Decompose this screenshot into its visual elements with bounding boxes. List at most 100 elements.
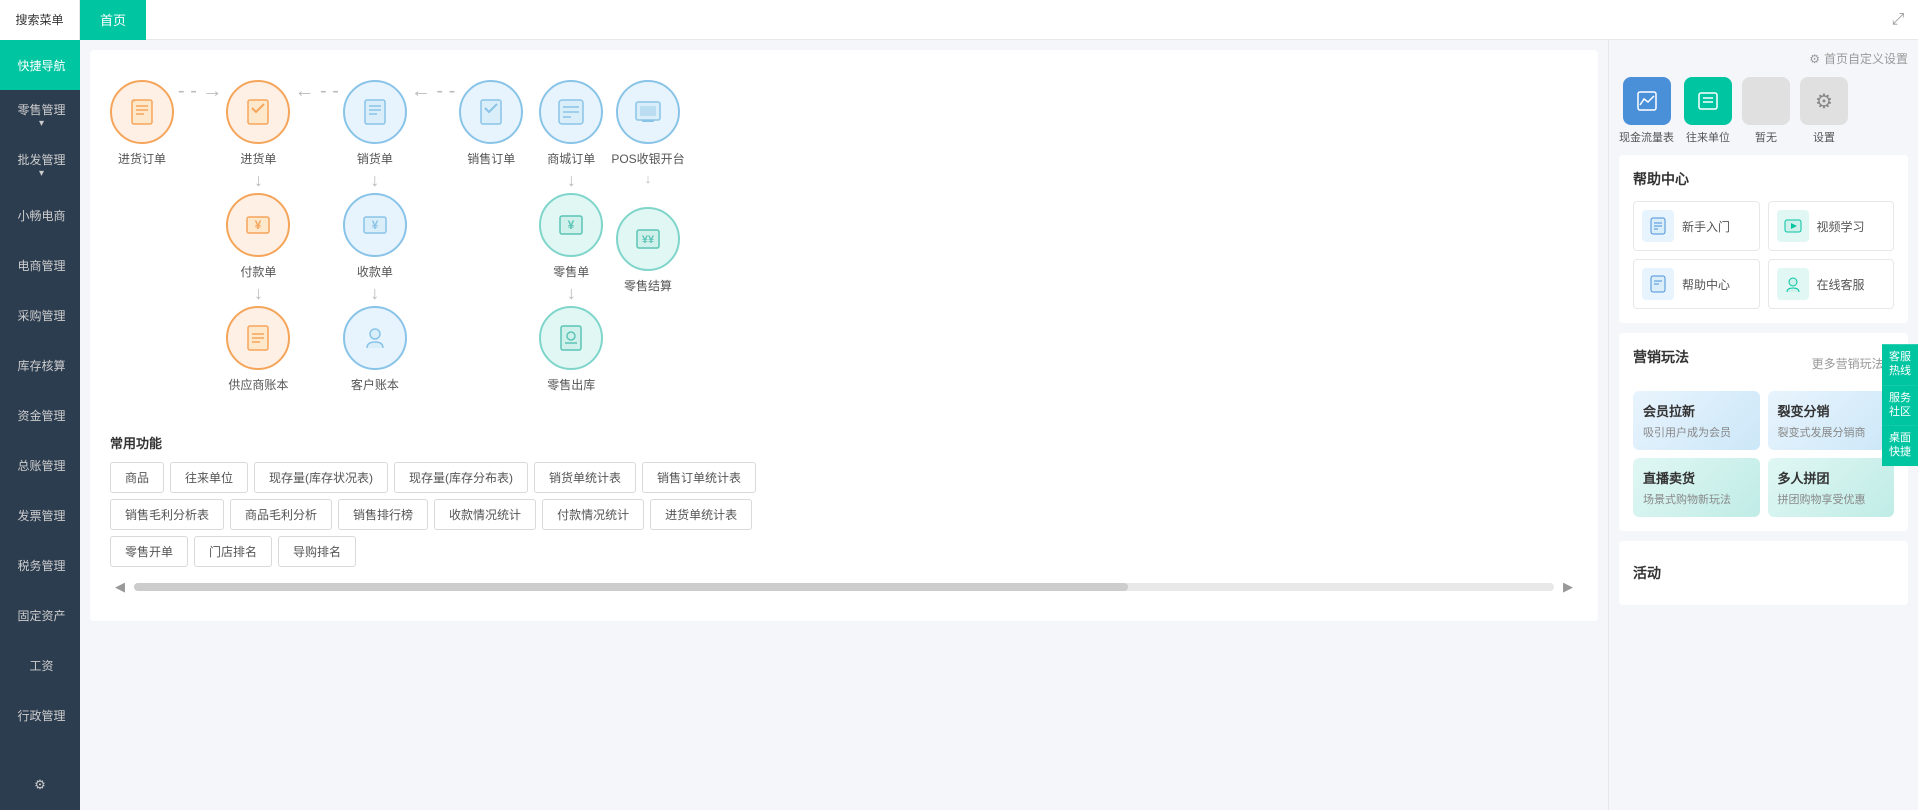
sidebar-item-wholesale[interactable]: 批发管理 ▾ <box>0 140 80 190</box>
center-panel: 进货订单 - - → 进货单 ↓ <box>80 40 1608 810</box>
purchase-icon[interactable] <box>226 80 290 144</box>
sidebar-item-retail[interactable]: 零售管理 ▾ <box>0 90 80 140</box>
help-item-beginner[interactable]: 新手入门 <box>1633 201 1760 251</box>
sidebar-item-invoice[interactable]: 发票管理 <box>0 490 80 540</box>
search-menu-button[interactable]: 搜索菜单 <box>0 0 80 40</box>
sidebar-item-admin[interactable]: 行政管理 <box>0 690 80 740</box>
scroll-right-arrow[interactable]: ▶ <box>1558 577 1578 597</box>
btn-store-rank[interactable]: 门店排名 <box>194 536 272 567</box>
arrow-right-1: - - → <box>178 80 222 133</box>
float-btn-community[interactable]: 服务社区 <box>1882 385 1918 426</box>
sidebar-item-ecommerce-mgmt[interactable]: 电商管理 <box>0 240 80 290</box>
btn-contacts[interactable]: 往来单位 <box>170 462 248 493</box>
sidebar-setting-icon[interactable]: ⚙ <box>0 760 80 810</box>
btn-goods-profit[interactable]: 商品毛利分析 <box>230 499 332 530</box>
btn-sales-profit[interactable]: 销售毛利分析表 <box>110 499 224 530</box>
help-item-video[interactable]: 视频学习 <box>1768 201 1895 251</box>
purchase-order-label: 进货订单 <box>118 150 166 167</box>
sales-order-icon[interactable] <box>459 80 523 144</box>
supplier-ledger-icon[interactable] <box>226 306 290 370</box>
scroll-track[interactable] <box>134 583 1554 591</box>
sidebar-item-fixed-assets[interactable]: 固定资产 <box>0 590 80 640</box>
btn-inventory-status[interactable]: 现存量(库存状况表) <box>254 462 388 493</box>
supplier-ledger-label: 供应商账本 <box>228 376 288 393</box>
sidebar-item-label: 固定资产 <box>17 607 65 624</box>
btn-inventory-dist[interactable]: 现存量(库存分布表) <box>394 462 528 493</box>
cashflow-icon <box>1623 77 1671 125</box>
scroll-left-arrow[interactable]: ◀ <box>110 577 130 597</box>
marketing-item-member[interactable]: 会员拉新 吸引用户成为会员 <box>1633 391 1760 450</box>
btn-payment-stats[interactable]: 付款情况统计 <box>542 499 644 530</box>
shortcut-none-label: 暂无 <box>1755 129 1777 145</box>
sidebar-item-label: 资金管理 <box>17 407 65 424</box>
btn-guide-rank[interactable]: 导购排名 <box>278 536 356 567</box>
video-icon <box>1777 210 1809 242</box>
btn-retail-order[interactable]: 零售开单 <box>110 536 188 567</box>
sidebar-item-label: 零售管理 <box>17 101 65 118</box>
none-icon <box>1742 77 1790 125</box>
expand-icon[interactable]: ⤢ <box>1888 10 1908 30</box>
arrow-down-mall: ↓ <box>567 171 576 189</box>
marketing-header: 营销玩法 更多营销玩法 > <box>1633 347 1894 379</box>
svg-text:¥: ¥ <box>372 218 379 232</box>
sidebar-item-tax[interactable]: 税务管理 <box>0 540 80 590</box>
shortcut-cashflow[interactable]: 现金流量表 <box>1619 77 1674 145</box>
float-btn-desktop[interactable]: 桌面快捷 <box>1882 425 1918 466</box>
retail-bill-label: 零售单 <box>553 263 589 280</box>
sidebar-item-label: 电商管理 <box>17 257 65 274</box>
btn-sales-order-stats[interactable]: 销售订单统计表 <box>642 462 756 493</box>
sidebar-item-general-ledger[interactable]: 总账管理 <box>0 440 80 490</box>
purchase-label: 进货单 <box>240 150 276 167</box>
quick-nav-box: 进货订单 - - → 进货单 ↓ <box>90 50 1598 621</box>
sidebar-item-purchase[interactable]: 采购管理 <box>0 290 80 340</box>
customer-ledger-icon[interactable] <box>343 306 407 370</box>
btn-goods[interactable]: 商品 <box>110 462 164 493</box>
retail-outbound-icon[interactable] <box>539 306 603 370</box>
activity-box: 活动 <box>1619 541 1908 605</box>
top-right: ⤢ <box>1888 10 1918 30</box>
beginner-label: 新手入门 <box>1682 218 1730 235</box>
marketing-member-title: 会员拉新 <box>1643 401 1750 420</box>
svg-text:¥¥: ¥¥ <box>642 234 655 246</box>
btn-sales-rank[interactable]: 销售排行榜 <box>338 499 428 530</box>
pos-icon[interactable] <box>616 80 680 144</box>
btn-receipt-stats[interactable]: 收款情况统计 <box>434 499 536 530</box>
flow-node-purchase-order[interactable]: 进货订单 <box>110 80 174 167</box>
shortcut-contacts[interactable]: 往来单位 <box>1684 77 1732 145</box>
help-item-help-center[interactable]: 帮助中心 <box>1633 259 1760 309</box>
float-btn-service[interactable]: 客服热线 <box>1882 344 1918 385</box>
sidebar-item-label: 采购管理 <box>17 307 65 324</box>
marketing-item-fission[interactable]: 裂变分销 裂变式发展分销商 <box>1768 391 1895 450</box>
sidebar-item-funds[interactable]: 资金管理 <box>0 390 80 440</box>
payment-icon[interactable]: ¥ <box>226 193 290 257</box>
sidebar-item-ecommerce-small[interactable]: 小畅电商 <box>0 190 80 240</box>
btn-purchase-stats[interactable]: 进货单统计表 <box>650 499 752 530</box>
arrow-down-sales: ↓ <box>370 171 379 189</box>
shortcut-none[interactable]: 暂无 <box>1742 77 1790 145</box>
sidebar-item-salary[interactable]: 工资 <box>0 640 80 690</box>
marketing-fission-title: 裂变分销 <box>1778 401 1885 420</box>
tab-home[interactable]: 首页 <box>80 0 146 40</box>
scroll-thumb <box>134 583 1128 591</box>
arrow-down-payment: ↓ <box>254 284 263 302</box>
sidebar-item-label: 发票管理 <box>17 507 65 524</box>
sidebar-item-label: 快捷导航 <box>17 57 65 74</box>
online-service-icon <box>1777 268 1809 300</box>
shortcut-settings[interactable]: ⚙ 设置 <box>1800 77 1848 145</box>
marketing-item-live[interactable]: 直播卖货 场景式购物新玩法 <box>1633 458 1760 517</box>
sidebar-item-inventory[interactable]: 库存核算 <box>0 340 80 390</box>
sidebar-item-label: 总账管理 <box>17 457 65 474</box>
arrow-left-1: ← - - <box>294 80 338 133</box>
retail-settlement-icon[interactable]: ¥¥ <box>616 207 680 271</box>
mall-order-icon[interactable] <box>539 80 603 144</box>
retail-bill-icon[interactable]: ¥ <box>539 193 603 257</box>
customer-ledger-label: 客户账本 <box>351 376 399 393</box>
help-item-online-service[interactable]: 在线客服 <box>1768 259 1895 309</box>
sidebar-item-quick-nav[interactable]: 快捷导航 <box>0 40 80 90</box>
btn-sales-stats[interactable]: 销货单统计表 <box>534 462 636 493</box>
customize-link[interactable]: ⚙ 首页自定义设置 <box>1809 50 1908 67</box>
sales-icon[interactable] <box>343 80 407 144</box>
right-panel: ⚙ 首页自定义设置 现金流量表 往来单位 暂无 <box>1608 40 1918 810</box>
marketing-item-group[interactable]: 多人拼团 拼团购物享受优惠 <box>1768 458 1895 517</box>
receipt-icon[interactable]: ¥ <box>343 193 407 257</box>
